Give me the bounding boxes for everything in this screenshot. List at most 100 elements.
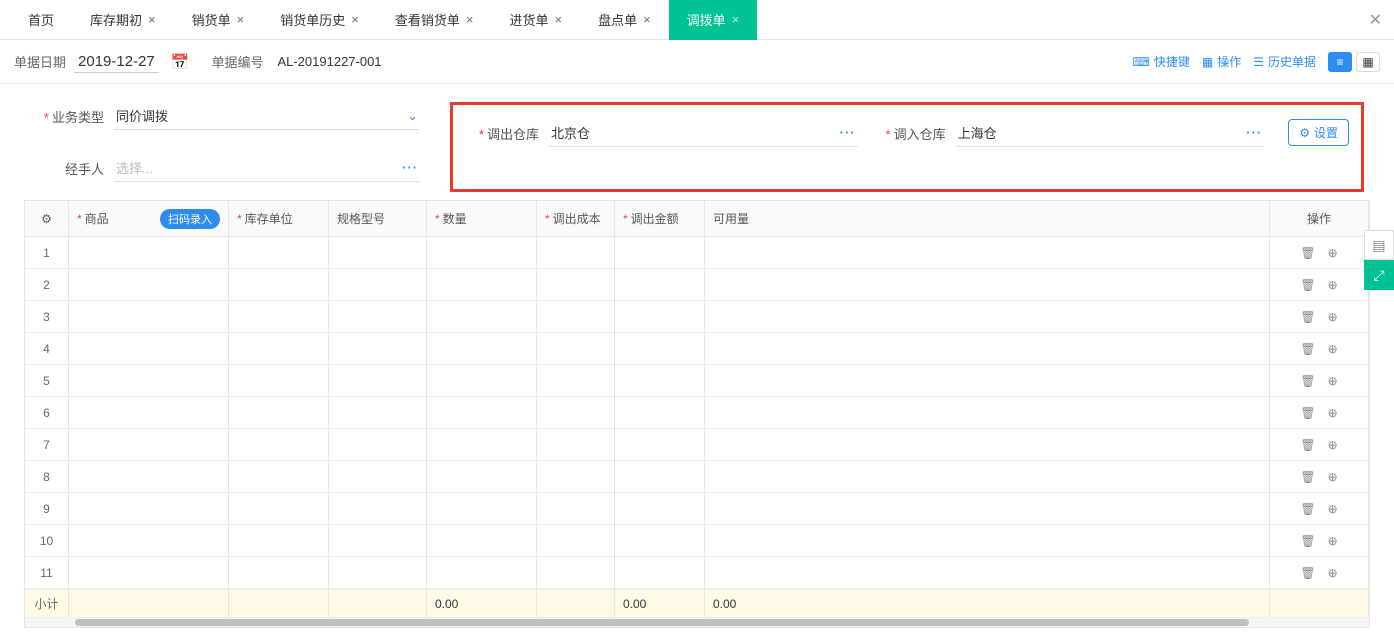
in-warehouse-select[interactable]: 上海仓 ··· <box>956 119 1265 147</box>
out-warehouse-select[interactable]: 北京仓 ··· <box>549 119 858 147</box>
col-avail: 可用量 <box>705 201 1269 236</box>
biz-type-select[interactable]: 同价调拨 ⌄ <box>114 102 420 130</box>
calendar-icon[interactable]: 📅 <box>171 53 190 71</box>
keyboard-icon: ⌨ <box>1133 55 1150 69</box>
add-icon[interactable]: ⊕ <box>1328 534 1338 548</box>
date-label: 单据日期 <box>14 52 66 71</box>
delete-icon[interactable]: 🗑 <box>1300 278 1315 292</box>
delete-icon[interactable]: 🗑 <box>1300 246 1315 260</box>
col-cost: *调出成本 <box>537 201 615 236</box>
table-row[interactable]: 9 🗑 ⊕ <box>25 493 1369 525</box>
subtotal-qty: 0.00 <box>427 590 537 617</box>
table-row[interactable]: 1 🗑 ⊕ <box>25 237 1369 269</box>
close-icon[interactable]: × <box>148 12 156 27</box>
row-number: 5 <box>25 365 69 396</box>
table-row[interactable]: 10🗑⊕ <box>25 525 1369 557</box>
tab-首页[interactable]: 首页 <box>10 0 72 40</box>
field-in-warehouse: *调入仓库 上海仓 ··· <box>872 119 1265 147</box>
field-handler: 经手人 选择... ··· <box>30 154 420 182</box>
col-product: *商品 扫码录入 <box>69 201 229 236</box>
toolbar: 单据日期 2019-12-27 📅 单据编号 AL-20191227-001 ⌨… <box>0 40 1394 84</box>
delete-icon[interactable]: 🗑 <box>1300 406 1315 420</box>
row-number: 1 <box>25 237 69 268</box>
col-spec: 规格型号 <box>329 201 427 236</box>
tab-调拨单[interactable]: 调拨单× <box>669 0 758 40</box>
side-notes-icon[interactable]: ▤ <box>1364 230 1394 260</box>
gear-icon: ⚙ <box>1299 126 1310 140</box>
subtotal-amount: 0.00 <box>615 590 705 617</box>
date-value[interactable]: 2019-12-27 <box>74 51 159 73</box>
delete-icon[interactable]: 🗑 <box>1300 534 1315 548</box>
tab-销货单[interactable]: 销货单× <box>174 0 263 40</box>
add-icon[interactable]: ⊕ <box>1328 278 1338 292</box>
history-link[interactable]: ☰历史单据 <box>1253 53 1316 70</box>
close-all-tabs-icon[interactable]: ✕ <box>1369 10 1382 30</box>
tab-进货单[interactable]: 进货单× <box>491 0 580 40</box>
col-op: 操作 <box>1269 201 1369 236</box>
add-icon[interactable]: ⊕ <box>1328 470 1338 484</box>
close-icon[interactable]: × <box>643 12 651 27</box>
highlighted-region: *调出仓库 北京仓 ··· *调入仓库 上海仓 ··· ⚙ 设置 <box>450 102 1364 192</box>
scrollbar-thumb[interactable] <box>75 619 1249 626</box>
delete-icon[interactable]: 🗑 <box>1300 438 1315 452</box>
more-icon: ··· <box>402 160 418 175</box>
delete-icon[interactable]: 🗑 <box>1300 310 1315 324</box>
add-icon[interactable]: ⊕ <box>1328 406 1338 420</box>
tab-销货单历史[interactable]: 销货单历史× <box>262 0 377 40</box>
table-row[interactable]: 7 🗑 ⊕ <box>25 429 1369 461</box>
action-link[interactable]: ▦操作 <box>1202 53 1241 70</box>
add-icon[interactable]: ⊕ <box>1328 342 1338 356</box>
close-icon[interactable]: × <box>554 12 562 27</box>
row-number: 7 <box>25 429 69 460</box>
add-icon[interactable]: ⊕ <box>1328 566 1338 580</box>
row-number: 9 <box>25 493 69 524</box>
close-icon[interactable]: × <box>466 12 474 27</box>
table-row[interactable]: 5 🗑 ⊕ <box>25 365 1369 397</box>
delete-icon[interactable]: 🗑 <box>1300 342 1315 356</box>
chevron-down-icon: ⌄ <box>407 108 418 124</box>
delete-icon[interactable]: 🗑 <box>1300 566 1315 580</box>
gear-column[interactable]: ⚙ <box>25 201 69 236</box>
table-row[interactable]: 11 🗑 ⊕ <box>25 557 1369 589</box>
add-icon[interactable]: ⊕ <box>1328 246 1338 260</box>
grid-subtotal-row: 小计 0.00 0.00 0.00 <box>25 589 1369 617</box>
shortcut-link[interactable]: ⌨快捷键 <box>1133 53 1190 70</box>
tab-查看销货单[interactable]: 查看销货单× <box>377 0 492 40</box>
delete-icon[interactable]: 🗑 <box>1300 502 1315 516</box>
scan-badge[interactable]: 扫码录入 <box>160 209 220 229</box>
settings-button[interactable]: ⚙ 设置 <box>1288 119 1349 146</box>
delete-icon[interactable]: 🗑 <box>1300 470 1315 484</box>
table-row[interactable]: 3🗑⊕ <box>25 301 1369 333</box>
close-icon[interactable]: × <box>237 12 245 27</box>
tab-bar: 首页库存期初×销货单×销货单历史×查看销货单×进货单×盘点单×调拨单× ✕ <box>0 0 1394 40</box>
more-icon: ··· <box>840 125 856 140</box>
view-grid-button[interactable]: ▦ <box>1356 52 1380 72</box>
side-expand-icon[interactable]: ⤢ <box>1364 260 1394 290</box>
data-grid: ⚙ *商品 扫码录入 *库存单位 规格型号 *数量 *调出成本 *调出金额 可用… <box>24 200 1370 628</box>
delete-icon[interactable]: 🗑 <box>1300 374 1315 388</box>
grid-icon: ▦ <box>1202 55 1213 69</box>
close-icon[interactable]: × <box>732 12 740 27</box>
grid-header: ⚙ *商品 扫码录入 *库存单位 规格型号 *数量 *调出成本 *调出金额 可用… <box>25 201 1369 237</box>
field-out-warehouse: *调出仓库 北京仓 ··· <box>465 119 858 147</box>
add-icon[interactable]: ⊕ <box>1328 502 1338 516</box>
table-row[interactable]: 4🗑⊕ <box>25 333 1369 365</box>
view-list-button[interactable]: ≡ <box>1328 52 1352 72</box>
view-toggle: ≡ ▦ <box>1328 52 1380 72</box>
row-number: 11 <box>25 557 69 588</box>
close-icon[interactable]: × <box>351 12 359 27</box>
table-row[interactable]: 8🗑⊕ <box>25 461 1369 493</box>
add-icon[interactable]: ⊕ <box>1328 310 1338 324</box>
add-icon[interactable]: ⊕ <box>1328 374 1338 388</box>
horizontal-scrollbar[interactable] <box>25 617 1369 627</box>
add-icon[interactable]: ⊕ <box>1328 438 1338 452</box>
tab-库存期初[interactable]: 库存期初× <box>72 0 174 40</box>
table-row[interactable]: 2🗑⊕ <box>25 269 1369 301</box>
list-icon: ☰ <box>1253 55 1264 69</box>
tab-盘点单[interactable]: 盘点单× <box>580 0 669 40</box>
more-icon: ··· <box>1246 125 1262 140</box>
row-number: 6 <box>25 397 69 428</box>
subtotal-avail: 0.00 <box>705 590 1269 617</box>
handler-select[interactable]: 选择... ··· <box>114 154 420 182</box>
table-row[interactable]: 6 🗑 ⊕ <box>25 397 1369 429</box>
